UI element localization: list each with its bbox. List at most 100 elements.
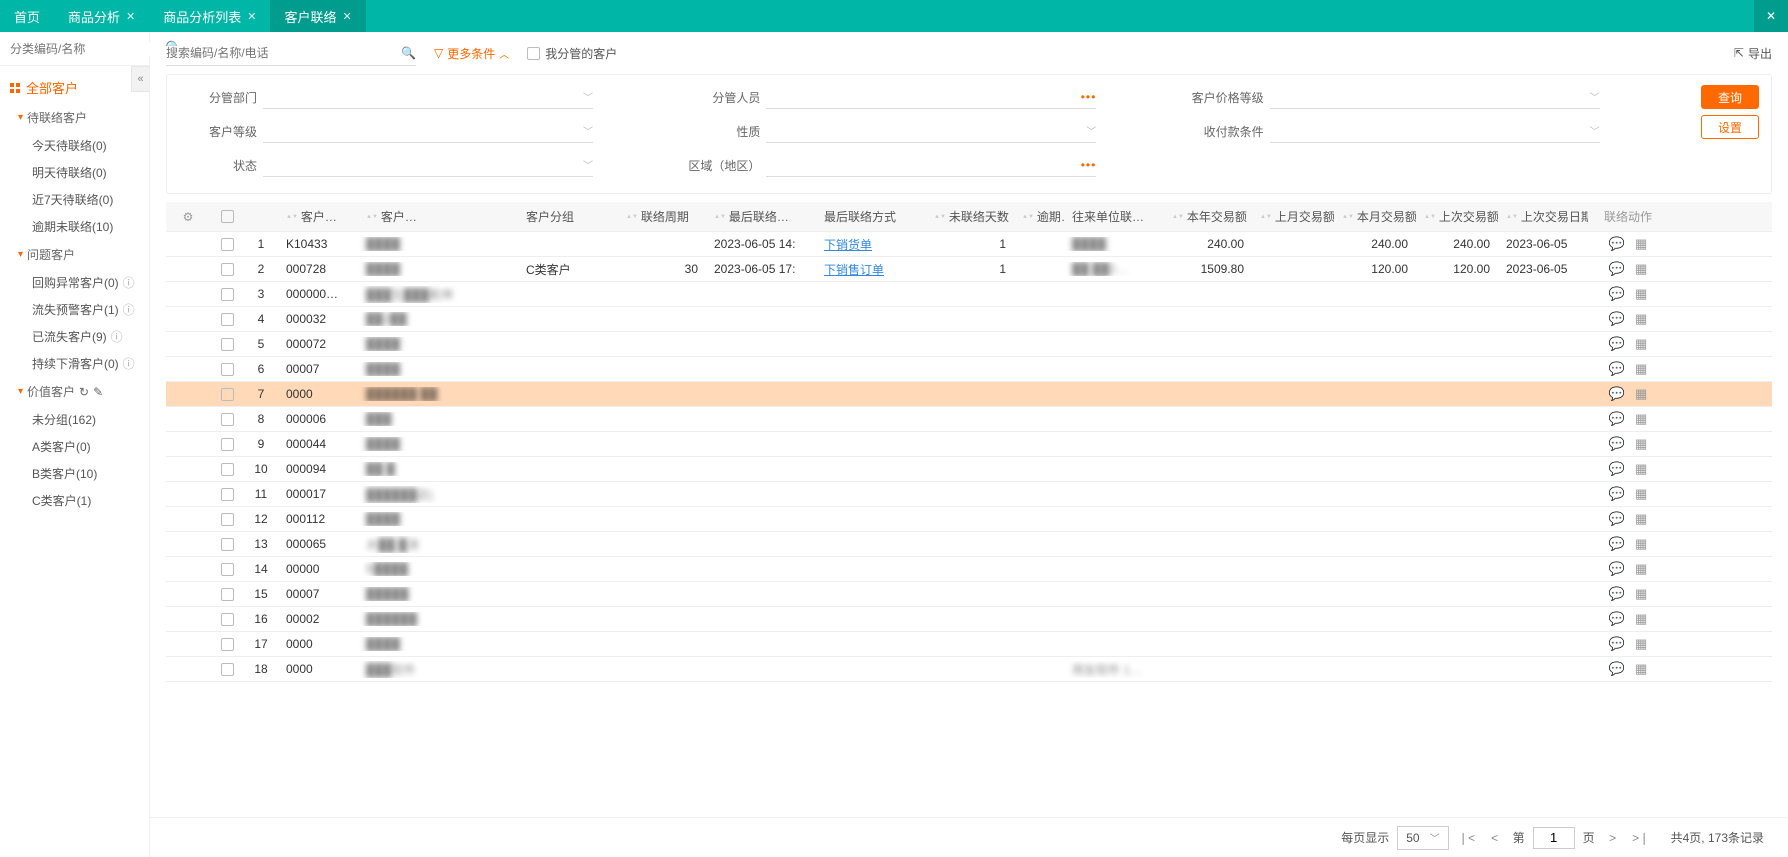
more-action-icon[interactable]: ▦ [1635, 236, 1647, 252]
contact-action-icon[interactable]: 💬 [1609, 611, 1625, 627]
contact-action-icon[interactable]: 💬 [1609, 286, 1625, 302]
col-name[interactable]: 客户… [381, 208, 417, 225]
more-action-icon[interactable]: ▦ [1635, 536, 1647, 552]
row-checkbox[interactable] [221, 313, 234, 326]
more-conditions-toggle[interactable]: ▽ 更多条件 ︿ [434, 45, 509, 62]
first-page-button[interactable]: ❘< [1457, 831, 1477, 845]
paycond-select[interactable]: ﹀ [1270, 119, 1600, 143]
contact-action-icon[interactable]: 💬 [1609, 661, 1625, 677]
more-action-icon[interactable]: ▦ [1635, 336, 1647, 352]
more-action-icon[interactable]: ▦ [1635, 311, 1647, 327]
tab[interactable]: 商品分析列表✕ [149, 0, 270, 32]
table-row[interactable]: 11000017██████店)💬▦ [166, 482, 1772, 507]
sidebar-item[interactable]: 流失预警客户(1) ⓘ [0, 296, 149, 323]
table-row[interactable]: 70000██████ ██💬▦ [166, 382, 1772, 407]
contact-action-icon[interactable]: 💬 [1609, 261, 1625, 277]
row-checkbox[interactable] [221, 538, 234, 551]
more-action-icon[interactable]: ▦ [1635, 361, 1647, 377]
more-action-icon[interactable]: ▦ [1635, 586, 1647, 602]
col-contact[interactable]: 往来单位联… [1072, 208, 1144, 225]
more-action-icon[interactable]: ▦ [1635, 511, 1647, 527]
export-button[interactable]: ⇱ 导出 [1734, 45, 1772, 62]
row-checkbox[interactable] [221, 288, 234, 301]
table-row[interactable]: 170000████💬▦ [166, 632, 1772, 657]
table-row[interactable]: 5000072████💬▦ [166, 332, 1772, 357]
more-action-icon[interactable]: ▦ [1635, 386, 1647, 402]
price-level-select[interactable]: ﹀ [1270, 85, 1600, 109]
table-row[interactable]: 1600002██████💬▦ [166, 607, 1772, 632]
last-way-link[interactable]: 下销货单 [824, 238, 872, 252]
sidebar-item[interactable]: 未分组(162) [0, 406, 149, 433]
sidebar-item[interactable]: A类客户(0) [0, 433, 149, 460]
sidebar-item[interactable]: 已流失客户(9) ⓘ [0, 323, 149, 350]
last-page-button[interactable]: >❘ [1631, 831, 1651, 845]
close-all-tabs-button[interactable]: ✕ [1754, 0, 1788, 32]
next-page-button[interactable]: > [1603, 831, 1623, 845]
tab[interactable]: 首页 [0, 0, 54, 32]
contact-action-icon[interactable]: 💬 [1609, 461, 1625, 477]
contact-action-icon[interactable]: 💬 [1609, 361, 1625, 377]
sidebar-search-input[interactable] [10, 42, 165, 56]
main-search-input[interactable] [166, 46, 401, 60]
help-icon[interactable]: ⓘ [123, 301, 135, 318]
close-icon[interactable]: ✕ [247, 10, 256, 23]
status-select[interactable]: ﹀ [263, 153, 593, 177]
more-action-icon[interactable]: ▦ [1635, 661, 1647, 677]
col-lt-amt[interactable]: 上次交易额 [1439, 208, 1498, 225]
row-checkbox[interactable] [221, 263, 234, 276]
table-row[interactable]: 1400000B████💬▦ [166, 557, 1772, 582]
horizontal-scrollbar[interactable] [166, 803, 1772, 817]
table-row[interactable]: 600007████💬▦ [166, 357, 1772, 382]
sidebar-item[interactable]: 明天待联络(0) [0, 159, 149, 186]
contact-action-icon[interactable]: 💬 [1609, 411, 1625, 427]
row-checkbox[interactable] [221, 363, 234, 376]
more-action-icon[interactable]: ▦ [1635, 611, 1647, 627]
region-select[interactable]: ••• [766, 153, 1096, 177]
table-row[interactable]: 180000███软件用友软件 1…💬▦ [166, 657, 1772, 682]
per-page-select[interactable]: 50 ﹀ [1397, 826, 1448, 850]
row-checkbox[interactable] [221, 588, 234, 601]
row-checkbox[interactable] [221, 463, 234, 476]
help-icon[interactable]: ⓘ [123, 274, 135, 291]
help-icon[interactable]: ⓘ [111, 328, 123, 345]
contact-action-icon[interactable]: 💬 [1609, 561, 1625, 577]
table-row[interactable]: 8000006███💬▦ [166, 407, 1772, 432]
sidebar-item[interactable]: 逾期未联络(10) [0, 213, 149, 240]
sidebar-group[interactable]: ▾问题客户 [0, 240, 149, 269]
more-action-icon[interactable]: ▦ [1635, 636, 1647, 652]
table-row[interactable]: 1K10433████2023-06-05 14:下销货单1████240.00… [166, 232, 1772, 257]
sidebar-root[interactable]: 全部客户 [0, 72, 149, 103]
help-icon[interactable]: ⓘ [123, 355, 135, 372]
table-row[interactable]: 10000094██ █💬▦ [166, 457, 1772, 482]
contact-action-icon[interactable]: 💬 [1609, 311, 1625, 327]
row-checkbox[interactable] [221, 613, 234, 626]
col-nodays[interactable]: 未联络天数 [949, 208, 1009, 225]
col-last-time[interactable]: 最后联络… [729, 208, 789, 225]
table-row[interactable]: 2000728████C类客户302023-06-05 17:下销售订单1██ … [166, 257, 1772, 282]
more-action-icon[interactable]: ▦ [1635, 486, 1647, 502]
table-row[interactable]: 4000032██2██💬▦ [166, 307, 1772, 332]
col-year-amt[interactable]: 本年交易额 [1187, 208, 1247, 225]
search-icon[interactable]: 🔍 [401, 46, 416, 60]
close-icon[interactable]: ✕ [126, 10, 135, 23]
more-action-icon[interactable]: ▦ [1635, 411, 1647, 427]
more-action-icon[interactable]: ▦ [1635, 261, 1647, 277]
person-select[interactable]: ••• [766, 85, 1096, 109]
sidebar-item[interactable]: 回购异常客户(0) ⓘ [0, 269, 149, 296]
more-action-icon[interactable]: ▦ [1635, 436, 1647, 452]
more-action-icon[interactable]: ▦ [1635, 461, 1647, 477]
more-action-icon[interactable]: ▦ [1635, 286, 1647, 302]
contact-action-icon[interactable]: 💬 [1609, 586, 1625, 602]
col-last-way[interactable]: 最后联络方式 [824, 208, 896, 225]
table-row[interactable]: 9000044████💬▦ [166, 432, 1772, 457]
table-row[interactable]: 13000065乡██ █涛💬▦ [166, 532, 1772, 557]
close-icon[interactable]: ✕ [343, 10, 352, 23]
col-overdue[interactable]: 逾期… [1037, 208, 1064, 225]
last-way-link[interactable]: 下销售订单 [824, 263, 884, 277]
tab[interactable]: 商品分析✕ [54, 0, 149, 32]
sidebar-item[interactable]: 近7天待联络(0) [0, 186, 149, 213]
dept-select[interactable]: ﹀ [263, 85, 593, 109]
contact-action-icon[interactable]: 💬 [1609, 536, 1625, 552]
contact-action-icon[interactable]: 💬 [1609, 236, 1625, 252]
table-row[interactable]: 1500007█████💬▦ [166, 582, 1772, 607]
